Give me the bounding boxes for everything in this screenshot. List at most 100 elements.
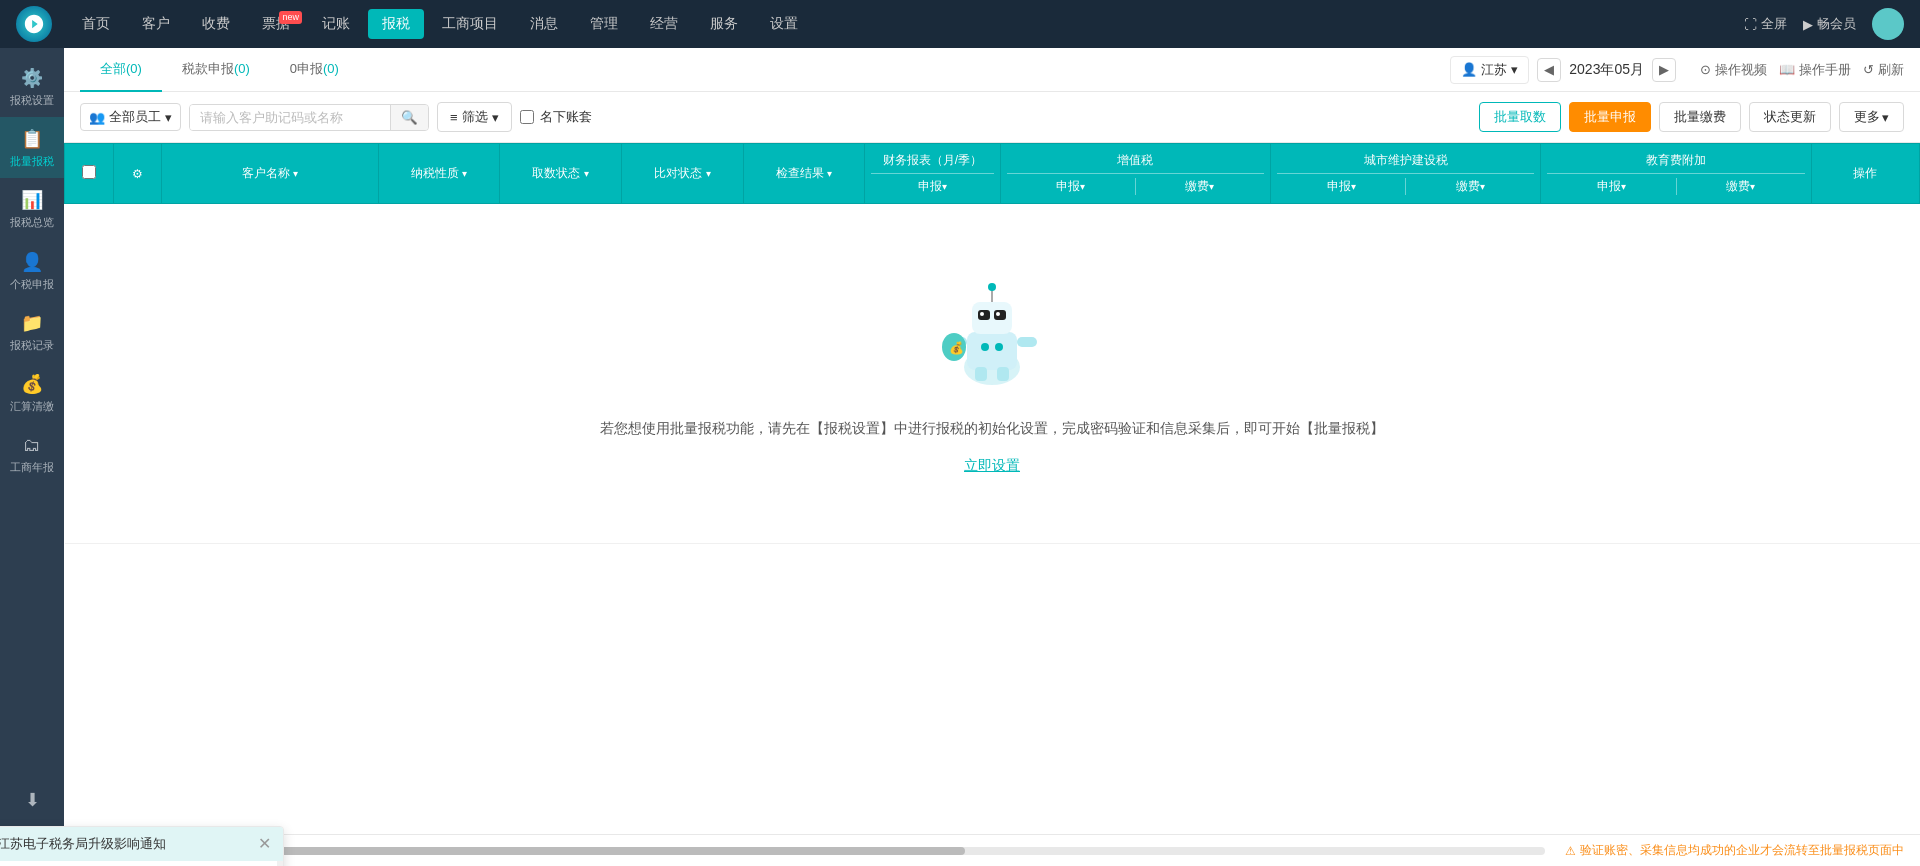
th-tax-nature: 纳税性质 ▾: [378, 144, 500, 204]
batch-declare-button[interactable]: 批量申报: [1569, 102, 1651, 132]
user-avatar[interactable]: [1872, 8, 1904, 40]
sidebar-item-settlement[interactable]: 💰 汇算清缴: [0, 362, 64, 423]
sidebar-item-annual-report[interactable]: 🗂 工商年报: [0, 423, 64, 484]
notification-title: 江苏电子税务局升级影响通知: [0, 835, 166, 853]
sub-account-checkbox-label[interactable]: 名下账套: [520, 108, 592, 126]
download-icon: ⬇: [20, 788, 44, 812]
sub-tabs-bar: 全部 (0) 税款申报 (0) 0申报 (0) 👤 江苏 ▾ ◀ 2023年05: [64, 48, 1920, 92]
scroll-track[interactable]: [94, 847, 1545, 855]
filter-icon-tax-nature[interactable]: ▾: [462, 168, 467, 179]
tab-all[interactable]: 全部 (0): [80, 48, 162, 92]
dropdown-icon: ▾: [165, 110, 172, 125]
action-refresh[interactable]: ↺ 刷新: [1863, 61, 1904, 79]
batch-fetch-button[interactable]: 批量取数: [1479, 102, 1561, 132]
refresh-icon: ↺: [1863, 62, 1874, 77]
notification-close-button[interactable]: ✕: [258, 836, 271, 852]
nav-tax[interactable]: 报税: [368, 9, 424, 39]
tab-tax-declare[interactable]: 税款申报 (0): [162, 48, 270, 92]
empty-state-message: 若您想使用批量报税功能，请先在【报税设置】中进行报税的初始化设置，完成密码验证和…: [600, 416, 1384, 441]
sidebar-label-tax-records: 报税记录: [10, 339, 54, 352]
prev-month-button[interactable]: ◀: [1537, 58, 1561, 82]
svg-rect-4: [994, 310, 1006, 320]
data-table: ⚙ 客户名称 ▾ 纳税性质 ▾ 取数状态 ▾: [64, 143, 1920, 544]
filter-icon: ≡: [450, 110, 458, 125]
filter-icon-vat-declare[interactable]: ▾: [1080, 181, 1085, 192]
nav-message[interactable]: 消息: [516, 9, 572, 39]
top-navigation: 首页 客户 收费 票据 new 记账 报税 工商项目 消息 管理 经营 服务 设…: [0, 0, 1920, 48]
filter-icon-fin[interactable]: ▾: [942, 181, 947, 192]
nav-invoice[interactable]: 票据 new: [248, 9, 304, 39]
tax-records-icon: 📁: [20, 311, 44, 335]
sub-account-checkbox[interactable]: [520, 110, 534, 124]
sidebar-label-batch-tax: 批量报税: [10, 155, 54, 168]
filter-icon-check[interactable]: ▾: [827, 168, 832, 179]
manual-icon: 📖: [1779, 62, 1795, 77]
filter-icon-compare[interactable]: ▾: [706, 168, 711, 179]
filter-icon-vat-pay[interactable]: ▾: [1209, 181, 1214, 192]
sidebar-item-tax-settings[interactable]: ⚙️ 报税设置: [0, 56, 64, 117]
nav-service[interactable]: 服务: [696, 9, 752, 39]
select-all-checkbox[interactable]: [82, 165, 96, 179]
notification-body: 尊敬的用户: 受当前电子税务局进一步升级的影响，同一个政务网账号（办税人）名下的…: [0, 861, 283, 866]
next-month-button[interactable]: ▶: [1652, 58, 1676, 82]
filter-icon-city-pay[interactable]: ▾: [1480, 181, 1485, 192]
th-city-tax: 城市维护建设税 申报▾ 缴费▾: [1270, 144, 1540, 204]
sidebar-item-batch-tax[interactable]: 📋 批量报税: [0, 117, 64, 178]
sub-tab-mid: 👤 江苏 ▾ ◀ 2023年05月 ▶: [1450, 56, 1676, 84]
search-input[interactable]: [190, 105, 390, 130]
empty-state: 💰 若您想使用批量报税功能，请先在【报税设: [71, 212, 1914, 535]
more-chevron-icon: ▾: [1882, 110, 1889, 125]
more-button[interactable]: 更多 ▾: [1839, 102, 1904, 132]
filter-icon-customer[interactable]: ▾: [293, 168, 298, 179]
nav-accounting[interactable]: 记账: [308, 9, 364, 39]
nav-menu: 首页 客户 收费 票据 new 记账 报税 工商项目 消息 管理 经营 服务 设…: [68, 9, 1744, 39]
th-vat: 增值税 申报▾ 缴费▾: [1000, 144, 1270, 204]
sidebar-item-tax-records[interactable]: 📁 报税记录: [0, 301, 64, 362]
nav-settings[interactable]: 设置: [756, 9, 812, 39]
fullscreen-button[interactable]: ⛶ 全屏: [1744, 15, 1787, 33]
annual-report-icon: 🗂: [20, 433, 44, 457]
sidebar-label-tax-overview: 报税总览: [10, 216, 54, 229]
tab-zero-declare[interactable]: 0申报 (0): [270, 48, 359, 92]
table-container: ⚙ 客户名称 ▾ 纳税性质 ▾ 取数状态 ▾: [64, 143, 1920, 834]
sub-tab-right-actions: ⊙ 操作视频 📖 操作手册 ↺ 刷新: [1700, 61, 1904, 79]
filter-icon-fetch[interactable]: ▾: [584, 168, 589, 179]
filter-button[interactable]: ≡ 筛选 ▾: [437, 102, 512, 132]
th-settings: ⚙: [113, 144, 162, 204]
nav-manage[interactable]: 管理: [576, 9, 632, 39]
svg-rect-2: [972, 302, 1012, 334]
notification-popup: 江苏电子税务局升级影响通知 ✕ 尊敬的用户: 受当前电子税务局进一步升级的影响，…: [0, 826, 284, 866]
th-compare-status: 比对状态 ▾: [622, 144, 744, 204]
sidebar-item-personal-tax[interactable]: 👤 个税申报: [0, 240, 64, 301]
batch-pay-button[interactable]: 批量缴费: [1659, 102, 1741, 132]
nav-operation[interactable]: 经营: [636, 9, 692, 39]
th-customer-name: 客户名称 ▾: [162, 144, 378, 204]
filter-icon-city-declare[interactable]: ▾: [1351, 181, 1356, 192]
setup-link[interactable]: 立即设置: [964, 457, 1020, 475]
filter-chevron-icon: ▾: [492, 110, 499, 125]
nav-billing[interactable]: 收费: [188, 9, 244, 39]
member-button[interactable]: ▶ 畅会员: [1803, 15, 1856, 33]
nav-customer[interactable]: 客户: [128, 9, 184, 39]
settings-icon[interactable]: ⚙: [132, 167, 143, 181]
status-update-button[interactable]: 状态更新: [1749, 102, 1831, 132]
employee-filter[interactable]: 👥 全部员工 ▾: [80, 103, 181, 131]
month-navigator: ◀ 2023年05月 ▶: [1537, 58, 1676, 82]
warning-icon: ⚠: [1565, 844, 1576, 858]
action-video[interactable]: ⊙ 操作视频: [1700, 61, 1767, 79]
sidebar-label-settlement: 汇算清缴: [10, 400, 54, 413]
province-selector[interactable]: 👤 江苏 ▾: [1450, 56, 1529, 84]
notification-scrollbar[interactable]: [277, 861, 283, 866]
filter-icon-edu-declare[interactable]: ▾: [1621, 181, 1626, 192]
nav-home[interactable]: 首页: [68, 9, 124, 39]
search-button[interactable]: 🔍: [390, 105, 428, 130]
nav-business[interactable]: 工商项目: [428, 9, 512, 39]
svg-rect-5: [980, 312, 984, 316]
notification-body-wrapper: 尊敬的用户: 受当前电子税务局进一步升级的影响，同一个政务网账号（办税人）名下的…: [0, 861, 283, 866]
sidebar-item-tax-overview[interactable]: 📊 报税总览: [0, 178, 64, 239]
svg-point-14: [995, 343, 1003, 351]
filter-icon-edu-pay[interactable]: ▾: [1750, 181, 1755, 192]
chevron-down-icon: ▾: [1511, 62, 1518, 77]
sidebar-item-download[interactable]: ⬇: [0, 778, 64, 822]
action-manual[interactable]: 📖 操作手册: [1779, 61, 1851, 79]
